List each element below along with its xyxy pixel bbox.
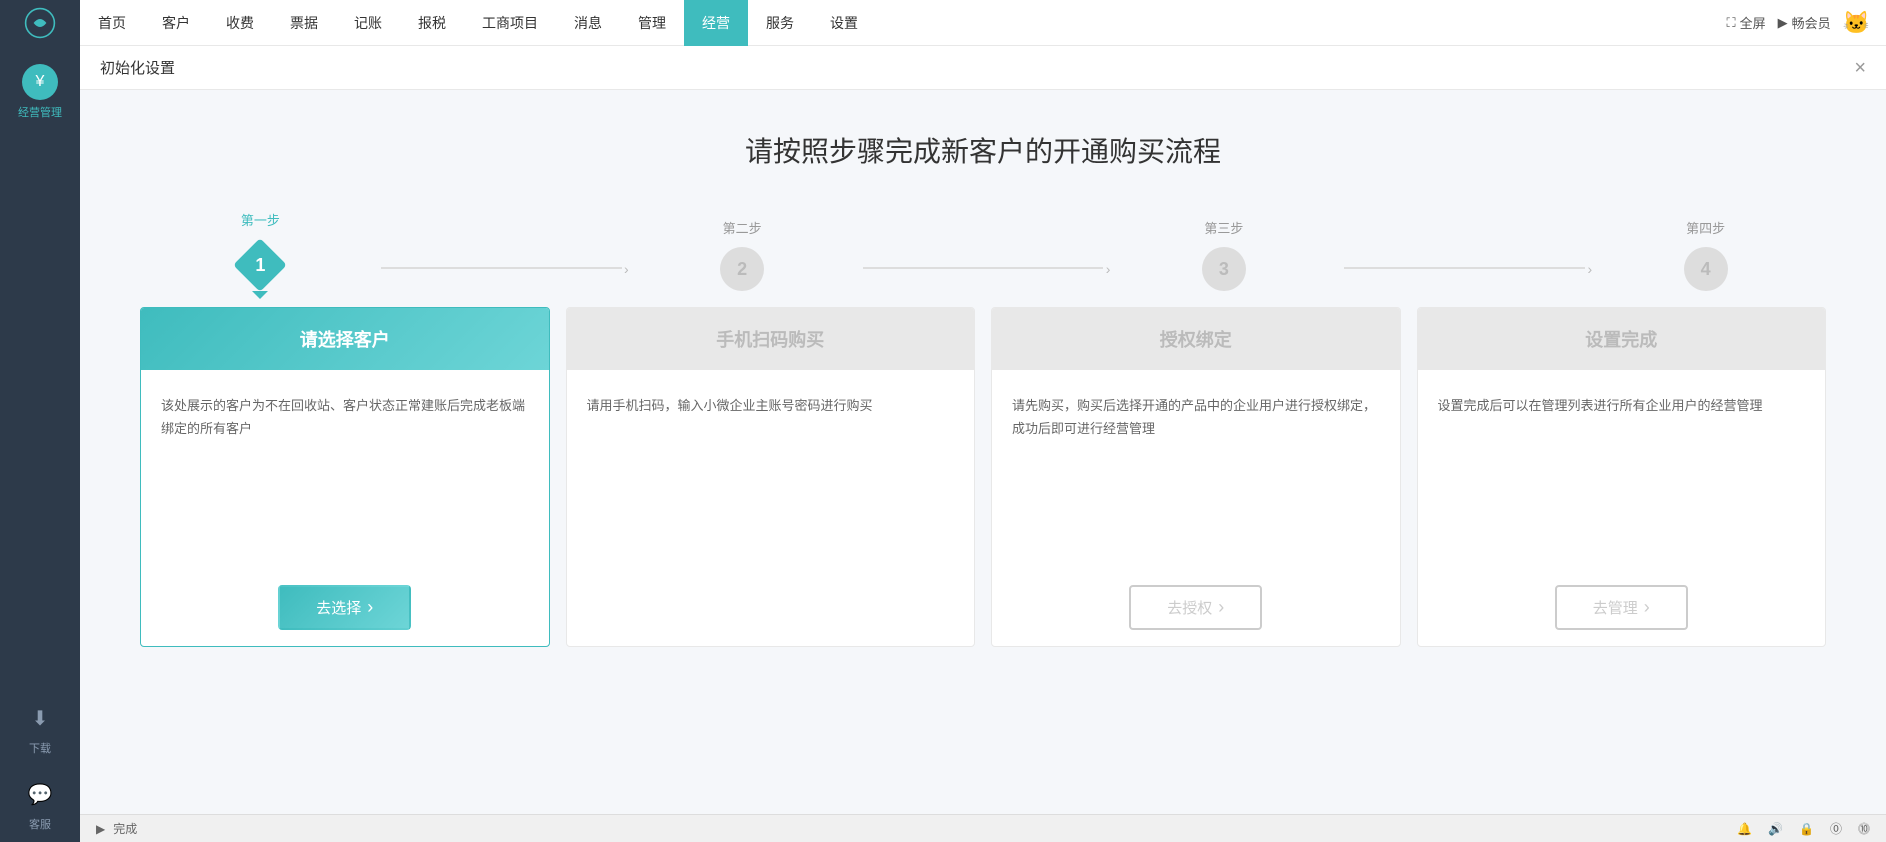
btn1-label: 去选择 [316, 597, 361, 618]
nav-account[interactable]: 记账 [336, 0, 400, 46]
right-status: 🔔 🔊 🔒 ⓪ ⓾ [1737, 820, 1870, 837]
wizard-area: 请按照步骤完成新客户的开通购买流程 第一步 1 › [80, 90, 1886, 814]
card2-body: 请用手机扫码，输入小微企业主账号密码进行购买 [567, 370, 975, 614]
layout: ¥ 经营管理 ⬇ 下载 💬 客服 初始化设置 × 请按照步骤完成新客户的开通购买… [0, 46, 1886, 842]
volume-icon: 🔊 [1768, 822, 1783, 836]
card3-footer: 去授权 › [992, 569, 1400, 646]
fullscreen-label: 全屏 [1740, 13, 1766, 32]
vip-btn[interactable]: ▶ 畅会员 [1778, 13, 1831, 32]
sidebar: ¥ 经营管理 ⬇ 下载 💬 客服 [0, 46, 80, 842]
sidebar-item-operation[interactable]: ¥ 经营管理 [0, 54, 80, 130]
connector-3: › [1344, 267, 1585, 269]
step1-circle: 1 [234, 239, 286, 291]
card3-body: 请先购买，购买后选择开通的产品中的企业用户进行授权绑定，成功后即可进行经营管理 [992, 370, 1400, 569]
nav-ticket[interactable]: 票据 [272, 0, 336, 46]
step2-label: 第二步 [723, 218, 762, 237]
connector-1: › [381, 267, 622, 269]
fullscreen-btn[interactable]: ⛶ 全屏 [1726, 13, 1765, 32]
card4-body: 设置完成后可以在管理列表进行所有企业用户的经营管理 [1418, 370, 1826, 569]
card1-footer: 去选择 › [141, 569, 549, 646]
shield-icon: 🔔 [1737, 822, 1752, 836]
status-text: 完成 [113, 820, 137, 837]
steps-row: 第一步 1 › 第二步 2 [140, 210, 1826, 291]
step-2: 第二步 2 [622, 218, 863, 291]
step2-circle: 2 [720, 247, 764, 291]
nav-customer[interactable]: 客户 [144, 0, 208, 46]
btn3-label: 去授权 [1167, 597, 1212, 618]
main-content: 初始化设置 × 请按照步骤完成新客户的开通购买流程 第一步 1 › [80, 46, 1886, 842]
fullscreen-icon: ⛶ [1726, 15, 1735, 31]
card-2: 手机扫码购买 请用手机扫码，输入小微企业主账号密码进行购买 [566, 307, 976, 647]
card1-header: 请选择客户 [141, 308, 549, 370]
page-title: 初始化设置 [100, 57, 175, 78]
card1-body: 该处展示的客户为不在回收站、客户状态正常建账后完成老板端绑定的所有客户 [141, 370, 549, 569]
play-status-icon: ▶ [96, 822, 105, 836]
goto-select-button[interactable]: 去选择 › [278, 585, 411, 630]
sidebar-item-service[interactable]: 💬 客服 [0, 766, 80, 842]
lock-icon: 🔒 [1799, 822, 1814, 836]
notification-count: ⓪ [1830, 820, 1842, 837]
goto-auth-button[interactable]: 去授权 › [1129, 585, 1262, 630]
wizard-heading: 请按照步骤完成新客户的开通购买流程 [745, 130, 1221, 170]
sidebar-operation-label: 经营管理 [18, 104, 62, 120]
step-1: 第一步 1 [140, 210, 381, 291]
badge-count: ⓾ [1858, 820, 1870, 837]
btn1-arrow: › [367, 597, 373, 618]
card-3: 授权绑定 请先购买，购买后选择开通的产品中的企业用户进行授权绑定，成功后即可进行… [991, 307, 1401, 647]
sidebar-service-label: 客服 [29, 816, 51, 832]
nav-settings[interactable]: 设置 [812, 0, 876, 46]
cards-row: 请选择客户 该处展示的客户为不在回收站、客户状态正常建账后完成老板端绑定的所有客… [140, 307, 1826, 647]
nav-home[interactable]: 首页 [80, 0, 144, 46]
step-3: 第三步 3 [1103, 218, 1344, 291]
play-icon: ▶ [1778, 15, 1788, 31]
nav-manage[interactable]: 管理 [620, 0, 684, 46]
service-icon: 💬 [22, 776, 58, 812]
close-button[interactable]: × [1854, 58, 1866, 78]
nav-charge[interactable]: 收费 [208, 0, 272, 46]
download-icon: ⬇ [22, 700, 58, 736]
operation-icon: ¥ [22, 64, 58, 100]
step3-label: 第三步 [1204, 218, 1243, 237]
avatar-btn[interactable]: 🐱 [1843, 10, 1870, 36]
logo[interactable] [0, 0, 80, 46]
connector-2: › [863, 267, 1104, 269]
nav-business[interactable]: 工商项目 [464, 0, 556, 46]
step3-circle: 3 [1202, 247, 1246, 291]
btn4-label: 去管理 [1593, 597, 1638, 618]
step1-label: 第一步 [241, 210, 280, 229]
card3-header: 授权绑定 [992, 308, 1400, 370]
nav-service[interactable]: 服务 [748, 0, 812, 46]
page-header: 初始化设置 × [80, 46, 1886, 90]
card2-footer [567, 614, 975, 646]
goto-manage-button[interactable]: 去管理 › [1555, 585, 1688, 630]
nav-items: 首页 客户 收费 票据 记账 报税 工商项目 消息 管理 经营 服务 设置 [80, 0, 1726, 45]
nav-tax[interactable]: 报税 [400, 0, 464, 46]
card-4: 设置完成 设置完成后可以在管理列表进行所有企业用户的经营管理 去管理 › [1417, 307, 1827, 647]
btn4-arrow: › [1644, 597, 1650, 618]
btn3-arrow: › [1218, 597, 1224, 618]
card4-footer: 去管理 › [1418, 569, 1826, 646]
nav-operation[interactable]: 经营 [684, 0, 748, 46]
step4-label: 第四步 [1686, 218, 1725, 237]
sidebar-download-label: 下载 [29, 740, 51, 756]
vip-label: 畅会员 [1792, 13, 1831, 32]
status-bar: ▶ 完成 🔔 🔊 🔒 ⓪ ⓾ [80, 814, 1886, 842]
sidebar-item-download[interactable]: ⬇ 下载 [0, 690, 80, 766]
avatar-icon: 🐱 [1843, 10, 1870, 36]
top-nav: 首页 客户 收费 票据 记账 报税 工商项目 消息 管理 经营 服务 设置 ⛶ … [0, 0, 1886, 46]
step4-circle: 4 [1684, 247, 1728, 291]
nav-message[interactable]: 消息 [556, 0, 620, 46]
card-1: 请选择客户 该处展示的客户为不在回收站、客户状态正常建账后完成老板端绑定的所有客… [140, 307, 550, 647]
card2-header: 手机扫码购买 [567, 308, 975, 370]
card4-header: 设置完成 [1418, 308, 1826, 370]
right-tools: ⛶ 全屏 ▶ 畅会员 🐱 [1726, 10, 1886, 36]
step-4: 第四步 4 [1585, 218, 1826, 291]
